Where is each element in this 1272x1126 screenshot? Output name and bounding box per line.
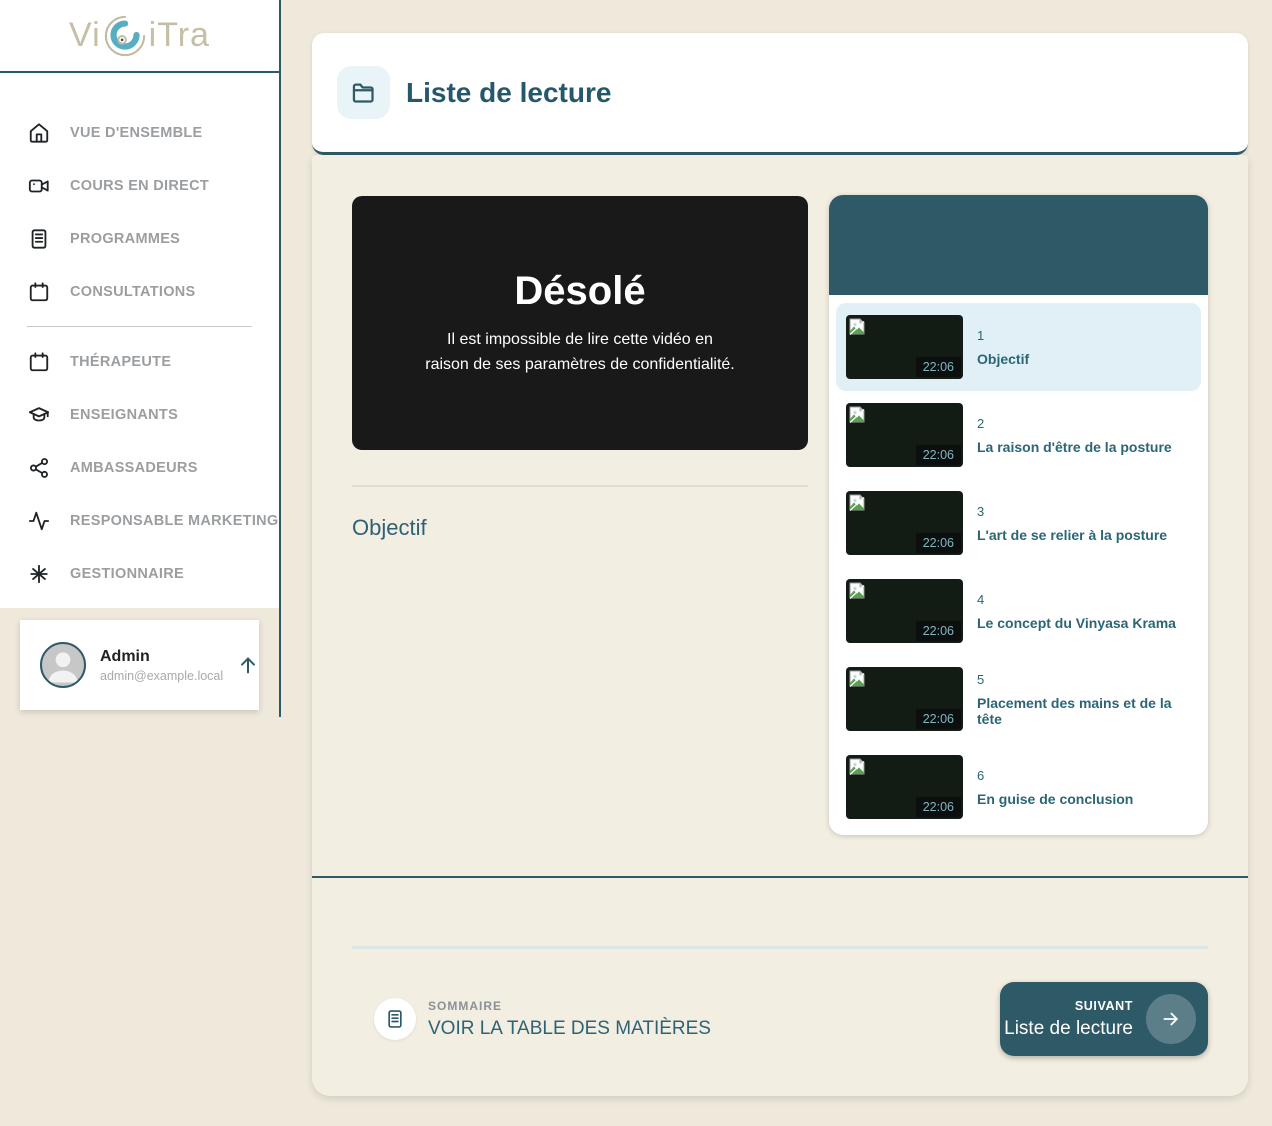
footer-divider — [352, 946, 1208, 949]
playlist-item-la-raison-d-etre-de-la-posture[interactable]: 22:06 2 La raison d'être de la posture — [836, 391, 1201, 479]
section-divider — [312, 876, 1248, 878]
playlist-item-l-art-de-se-relier-a-la-posture[interactable]: 22:06 3 L'art de se relier à la posture — [836, 479, 1201, 567]
broken-image-icon — [849, 318, 865, 335]
asterisk-icon — [28, 563, 50, 585]
content-area: Désolé Il est impossible de lire cette v… — [312, 155, 1248, 1096]
sidebar: Vi iTra VUE D'ENSEMBLE COURS EN DIRECT P… — [0, 0, 281, 608]
playlist-item-title: L'art de se relier à la posture — [977, 526, 1168, 543]
video-thumbnail: 22:06 — [846, 579, 963, 643]
video-thumbnail: 22:06 — [846, 403, 963, 467]
broken-image-icon — [849, 406, 865, 423]
playlist-item-le-concept-du-vinyasa-krama[interactable]: 22:06 4 Le concept du Vinyasa Krama — [836, 567, 1201, 655]
duration-badge: 22:06 — [915, 621, 961, 641]
broken-image-icon — [849, 494, 865, 511]
playlist-item-title: Placement des mains et de la tête — [977, 694, 1172, 727]
notebook-icon — [28, 228, 50, 250]
calendar-icon — [28, 351, 50, 373]
sidebar-item-ambassadeurs[interactable]: AMBASSADEURS — [0, 441, 279, 494]
broken-image-icon — [849, 582, 865, 599]
playlist-item-number: 5 — [977, 671, 985, 687]
activity-icon — [28, 510, 50, 532]
nav-section-top: VUE D'ENSEMBLE COURS EN DIRECT PROGRAMME… — [0, 106, 279, 318]
playlist-item-number: 3 — [977, 503, 985, 519]
video-thumbnail: 22:06 — [846, 755, 963, 819]
playlist-item-en-guise-de-conclusion[interactable]: 22:06 6 En guise de conclusion — [836, 743, 1201, 831]
playlist-item-title: En guise de conclusion — [977, 790, 1134, 807]
logo-text-left: Vi — [69, 16, 101, 54]
sidebar-item-vue-d-ensemble[interactable]: VUE D'ENSEMBLE — [0, 106, 279, 159]
playlist-item-number: 2 — [977, 415, 985, 431]
spiral-logo-icon — [103, 14, 147, 58]
calendar-icon — [28, 281, 50, 303]
sidebar-item-consultations[interactable]: CONSULTATIONS — [0, 265, 279, 318]
arrow-right-icon — [1146, 994, 1196, 1044]
user-menu-card[interactable]: Admin admin@example.local — [20, 620, 259, 710]
duration-badge: 22:06 — [915, 357, 961, 377]
next-button[interactable]: SUIVANT Liste de lecture — [1000, 982, 1208, 1056]
nav-section-bottom: THÉRAPEUTE ENSEIGNANTS AMBASSADEURS RESP… — [0, 335, 279, 600]
playlist-item-number: 6 — [977, 767, 985, 783]
lesson-title: Objectif — [352, 515, 427, 540]
sidebar-item-therapeute[interactable]: THÉRAPEUTE — [0, 335, 279, 388]
playlist-item-title: Le concept du Vinyasa Krama — [977, 614, 1176, 631]
sidebar-item-enseignants[interactable]: ENSEIGNANTS — [0, 388, 279, 441]
sidebar-border — [279, 608, 281, 717]
table-of-contents-link[interactable]: SOMMAIRE VOIR LA TABLE DES MATIÈRES — [374, 998, 711, 1040]
video-thumbnail: 22:06 — [846, 667, 963, 731]
sidebar-item-gestionnaire[interactable]: GESTIONNAIRE — [0, 547, 279, 600]
playlist-header — [829, 195, 1208, 295]
divider — [352, 485, 808, 487]
video-thumbnail: 22:06 — [846, 315, 963, 379]
logo-text-right: iTra — [148, 16, 210, 54]
duration-badge: 22:06 — [915, 797, 961, 817]
logo-row: Vi iTra — [0, 0, 279, 73]
page-title: Liste de lecture — [406, 76, 612, 108]
folder-icon — [337, 66, 390, 119]
graduation-cap-icon — [28, 404, 50, 426]
notebook-icon — [374, 998, 416, 1040]
sidebar-item-programmes[interactable]: PROGRAMMES — [0, 212, 279, 265]
share-icon — [28, 457, 50, 479]
video-thumbnail: 22:06 — [846, 491, 963, 555]
player-error-message: Il est impossible de lire cette vidéo en… — [425, 330, 735, 373]
arrow-up-icon[interactable] — [237, 654, 259, 676]
video-player[interactable]: Désolé Il est impossible de lire cette v… — [352, 196, 808, 450]
summary-link-text: VOIR LA TABLE DES MATIÈRES — [428, 1017, 711, 1039]
playlist-list: 22:06 1 Objectif 22:06 2 La raison d'êtr… — [829, 295, 1208, 835]
broken-image-icon — [849, 758, 865, 775]
sidebar-item-responsable-marketing[interactable]: RESPONSABLE MARKETING — [0, 494, 279, 547]
duration-badge: 22:06 — [915, 445, 961, 465]
player-error-title: Désolé — [514, 268, 646, 313]
playlist-item-placement-des-mains-et-de-la-tete[interactable]: 22:06 5 Placement des mains et de la têt… — [836, 655, 1201, 743]
duration-badge: 22:06 — [915, 709, 961, 729]
page-header: Liste de lecture — [312, 33, 1248, 155]
playlist-item-number: 1 — [977, 327, 985, 343]
avatar — [40, 642, 86, 688]
nav-divider — [27, 326, 252, 327]
playlist-item-number: 4 — [977, 591, 985, 607]
user-name: Admin — [100, 647, 150, 665]
playlist-panel: 22:06 1 Objectif 22:06 2 La raison d'êtr… — [829, 195, 1208, 835]
broken-image-icon — [849, 670, 865, 687]
video-camera-icon — [28, 175, 50, 197]
playlist-item-title: La raison d'être de la posture — [977, 438, 1172, 455]
duration-badge: 22:06 — [915, 533, 961, 553]
playlist-item-title: Objectif — [977, 350, 1030, 367]
home-icon — [28, 122, 50, 144]
sidebar-item-cours-en-direct[interactable]: COURS EN DIRECT — [0, 159, 279, 212]
summary-label: SOMMAIRE — [428, 998, 502, 1013]
playlist-item-objectif[interactable]: 22:06 1 Objectif — [836, 303, 1201, 391]
app-logo[interactable]: Vi iTra — [69, 14, 210, 58]
user-email: admin@example.local — [100, 668, 224, 683]
next-title: Liste de lecture — [1004, 1017, 1133, 1039]
next-label: SUIVANT — [1074, 998, 1133, 1013]
